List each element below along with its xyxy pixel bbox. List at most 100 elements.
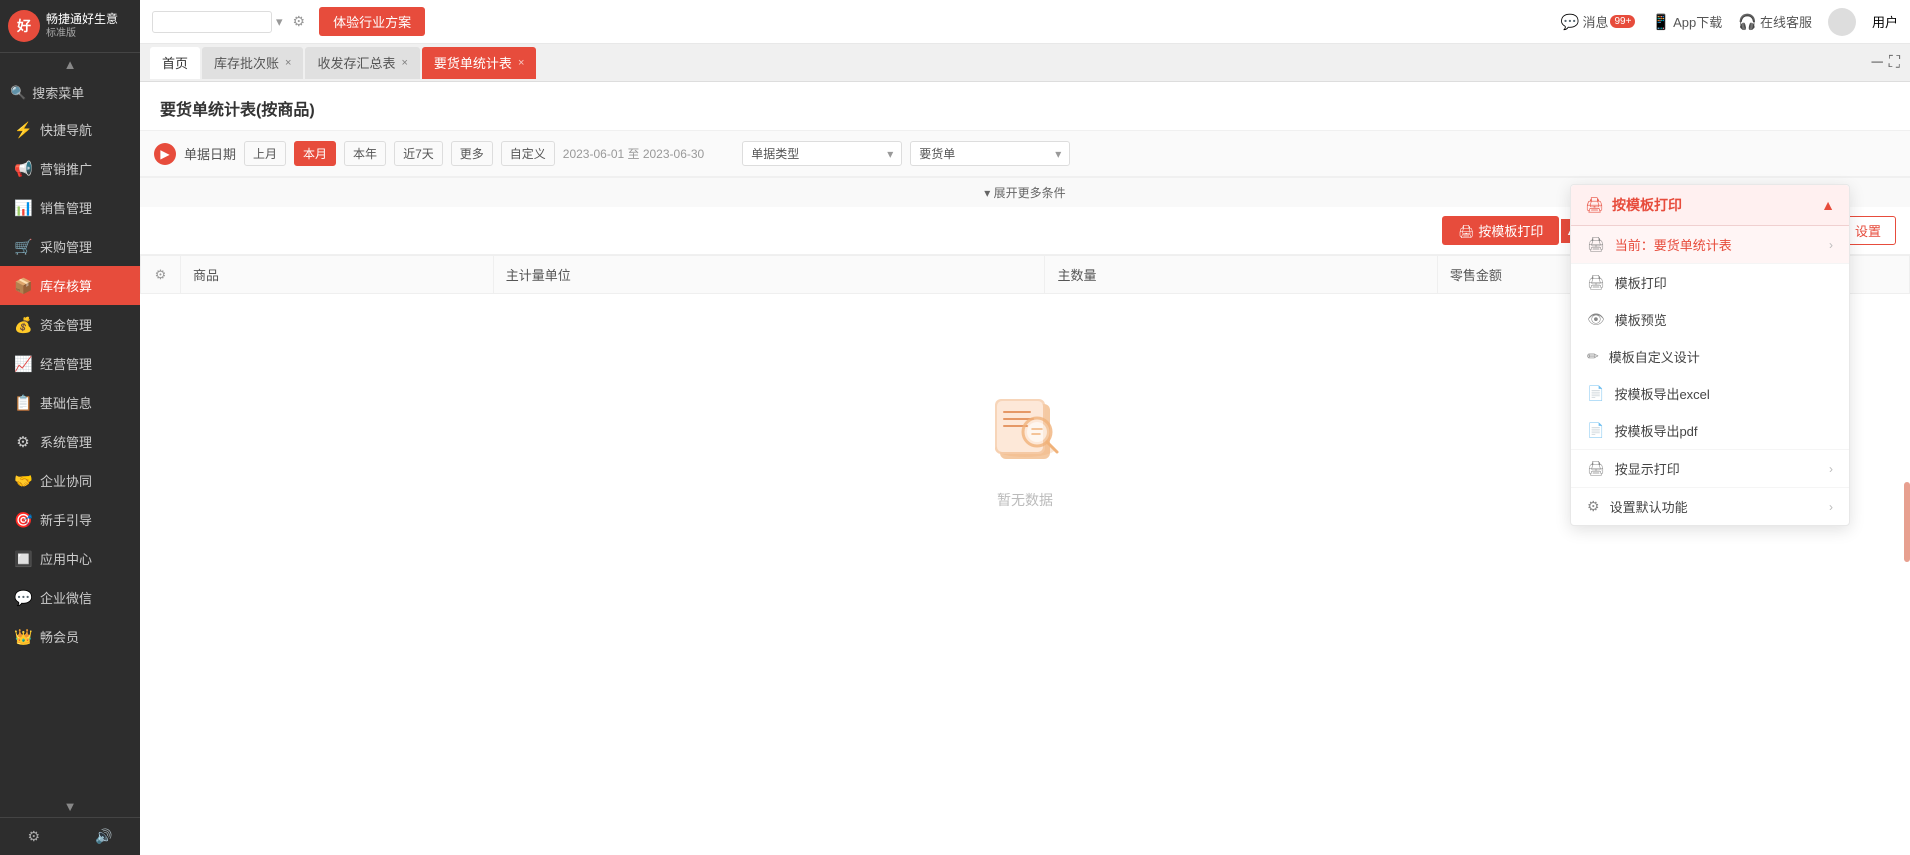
current-item-icon: 🖨 xyxy=(1587,236,1605,253)
print-area: 🖨 按模板打印 ▲ xyxy=(1442,216,1581,245)
sidebar-item-jichu[interactable]: 📋 基础信息 xyxy=(0,383,140,422)
sidebar-logo: 好 畅捷通好生意 标准版 xyxy=(0,0,140,53)
footer-audio-icon[interactable]: 🔊 xyxy=(95,828,112,845)
sidebar-item-kucun[interactable]: 📦 库存核算 xyxy=(0,266,140,305)
print-template-btn[interactable]: 🖨 按模板打印 xyxy=(1442,216,1559,245)
user-name: 用户 xyxy=(1872,12,1898,31)
dropdown-collapse-icon[interactable]: ▲ xyxy=(1821,197,1835,213)
template-print-icon: 🖨 xyxy=(1587,274,1605,291)
nav-icon-qiye2: 💬 xyxy=(14,589,32,607)
topbar-dropdown-icon[interactable]: ▾ xyxy=(276,14,283,30)
tab-close-yaohuo[interactable]: × xyxy=(518,57,524,69)
template-pdf-icon: 📄 xyxy=(1587,422,1604,439)
nav-icon-xinshou: 🎯 xyxy=(14,511,32,529)
template-design-icon: ✏ xyxy=(1587,348,1599,365)
user-avatar[interactable] xyxy=(1828,8,1856,36)
dropdown-item-print[interactable]: 🖨 模板打印 xyxy=(1571,264,1849,301)
expand-more-icon: ▾ xyxy=(984,186,990,200)
tabbar: 首页 库存批次账 × 收发存汇总表 × 要货单统计表 × ─ ⛶ xyxy=(140,44,1910,82)
tabbar-right: ─ ⛶ xyxy=(1871,54,1900,72)
date-btn-this-month[interactable]: 本月 xyxy=(294,141,336,166)
sidebar-item-xinshou[interactable]: 🎯 新手引导 xyxy=(0,500,140,539)
print-dropdown-overlay: 🖨 按模板打印 ▲ 🖨 当前：要货单统计表 › 🖨 模板打印 � xyxy=(1570,184,1850,526)
sidebar-item-qiye2[interactable]: 💬 企业微信 xyxy=(0,578,140,617)
filter-expand-btn[interactable]: ▶ xyxy=(154,143,176,165)
online-service-btn[interactable]: 🎧 在线客服 xyxy=(1738,12,1812,31)
tab-kucunpizi[interactable]: 库存批次账 × xyxy=(202,47,303,79)
sidebar-scroll-down[interactable]: ▼ xyxy=(0,795,140,817)
sidebar-item-yingxiao[interactable]: 📢 营销推广 xyxy=(0,149,140,188)
set-default-icon: ⚙ xyxy=(1587,498,1600,515)
sidebar: 好 畅捷通好生意 标准版 ▲ 🔍 搜索菜单 ⚡ 快捷导航 📢 营销推广 📊 销售… xyxy=(0,0,140,855)
topbar-search-input[interactable] xyxy=(152,11,272,33)
topbar-right: 💬 消息 99+ 📱 App下载 🎧 在线客服 用户 xyxy=(1561,8,1898,36)
nav-icon-hui: 👑 xyxy=(14,628,32,646)
page-title: 要货单统计表(按商品) xyxy=(140,82,1910,131)
scrollbar-thumb[interactable] xyxy=(1904,482,1910,562)
dropdown-display-section: 🖨 按显示打印 › xyxy=(1571,450,1849,488)
dropdown-template-section: 🖨 模板打印 👁 模板预览 ✏ 模板自定义设计 📄 按模板导出excel 📄 xyxy=(1571,264,1849,450)
sidebar-item-hui[interactable]: 👑 畅会员 xyxy=(0,617,140,656)
dropdown-default-section: ⚙ 设置默认功能 › xyxy=(1571,488,1849,525)
date-btn-last-month[interactable]: 上月 xyxy=(244,141,286,166)
print-icon: 🖨 xyxy=(1458,224,1475,239)
nav-icon-yingyong: 🔲 xyxy=(14,550,32,568)
date-btn-7days[interactable]: 近7天 xyxy=(394,141,443,166)
topbar-gear-icon[interactable]: ⚙ xyxy=(293,13,306,30)
tab-close-shoufahuizong[interactable]: × xyxy=(401,57,407,69)
topbar: ▾ ⚙ 体验行业方案 💬 消息 99+ 📱 App下载 🎧 在线客服 用户 xyxy=(140,0,1910,44)
nav-icon-qiye: 🤝 xyxy=(14,472,32,490)
nav-icon-yingxiao: 📢 xyxy=(14,160,32,178)
sidebar-item-qiye[interactable]: 🤝 企业协同 xyxy=(0,461,140,500)
nav-icon-xitong: ⚙ xyxy=(14,433,32,451)
sidebar-nav: ⚡ 快捷导航 📢 营销推广 📊 销售管理 🛒 采购管理 📦 库存核算 💰 资金管… xyxy=(0,110,140,795)
sidebar-item-xiaoshou[interactable]: 📊 销售管理 xyxy=(0,188,140,227)
tab-minimize-btn[interactable]: ─ xyxy=(1871,54,1882,72)
dropdown-item-pdf[interactable]: 📄 按模板导出pdf xyxy=(1571,412,1849,449)
experience-btn[interactable]: 体验行业方案 xyxy=(319,7,425,36)
footer-settings-icon[interactable]: ⚙ xyxy=(28,828,41,845)
sidebar-item-kuaijie[interactable]: ⚡ 快捷导航 xyxy=(0,110,140,149)
date-btn-custom[interactable]: 自定义 xyxy=(501,141,555,166)
type-dropdown[interactable]: 单据类型 ▾ xyxy=(742,141,902,166)
table-gear-icon[interactable]: ⚙ xyxy=(155,267,167,282)
sidebar-item-caigou[interactable]: 🛒 采购管理 xyxy=(0,227,140,266)
nav-icon-jichu: 📋 xyxy=(14,394,32,412)
search-icon: 🔍 xyxy=(10,85,26,101)
sidebar-item-yingyong[interactable]: 🔲 应用中心 xyxy=(0,539,140,578)
date-btn-more[interactable]: 更多 xyxy=(451,141,493,166)
logo-icon: 好 xyxy=(8,10,40,42)
date-btn-this-year[interactable]: 本年 xyxy=(344,141,386,166)
dropdown-item-design[interactable]: ✏ 模板自定义设计 xyxy=(1571,338,1849,375)
sidebar-item-jingying[interactable]: 📈 经营管理 xyxy=(0,344,140,383)
sidebar-item-xitong[interactable]: ⚙ 系统管理 xyxy=(0,422,140,461)
main-area: ▾ ⚙ 体验行业方案 💬 消息 99+ 📱 App下载 🎧 在线客服 用户 xyxy=(140,0,1910,855)
dropdown-item-display-print[interactable]: 🖨 按显示打印 › xyxy=(1571,450,1849,487)
tab-home[interactable]: 首页 xyxy=(150,47,200,79)
goods-filter-dropdown[interactable]: 要货单 ▾ xyxy=(910,141,1070,166)
sidebar-search[interactable]: 🔍 搜索菜单 xyxy=(0,75,140,110)
app-download-btn[interactable]: 📱 App下载 xyxy=(1651,12,1722,31)
template-excel-icon: 📄 xyxy=(1587,385,1604,402)
sidebar-scroll-up[interactable]: ▲ xyxy=(0,53,140,75)
dropdown-item-preview[interactable]: 👁 模板预览 xyxy=(1571,301,1849,338)
dropdown-header-icon: 🖨 xyxy=(1585,196,1604,214)
dropdown-header: 🖨 按模板打印 ▲ xyxy=(1571,185,1849,226)
tab-shoufahuizong[interactable]: 收发存汇总表 × xyxy=(305,47,419,79)
message-icon: 💬 xyxy=(1561,13,1580,31)
empty-icon xyxy=(975,374,1075,474)
tab-yaohuo[interactable]: 要货单统计表 × xyxy=(422,47,536,79)
message-btn[interactable]: 💬 消息 99+ xyxy=(1561,12,1636,31)
tab-close-kucunpizi[interactable]: × xyxy=(285,57,291,69)
nav-icon-kucun: 📦 xyxy=(14,277,32,295)
display-print-arrow: › xyxy=(1829,462,1833,476)
nav-icon-caigou: 🛒 xyxy=(14,238,32,256)
dropdown-current-item[interactable]: 🖨 当前：要货单统计表 › xyxy=(1571,226,1849,263)
sidebar-item-zijin[interactable]: 💰 资金管理 xyxy=(0,305,140,344)
service-icon: 🎧 xyxy=(1738,13,1757,31)
set-default-arrow: › xyxy=(1829,500,1833,514)
dropdown-item-excel[interactable]: 📄 按模板导出excel xyxy=(1571,375,1849,412)
tab-expand-btn[interactable]: ⛶ xyxy=(1889,54,1900,72)
dropdown-item-set-default[interactable]: ⚙ 设置默认功能 › xyxy=(1571,488,1849,525)
nav-icon-zijin: 💰 xyxy=(14,316,32,334)
